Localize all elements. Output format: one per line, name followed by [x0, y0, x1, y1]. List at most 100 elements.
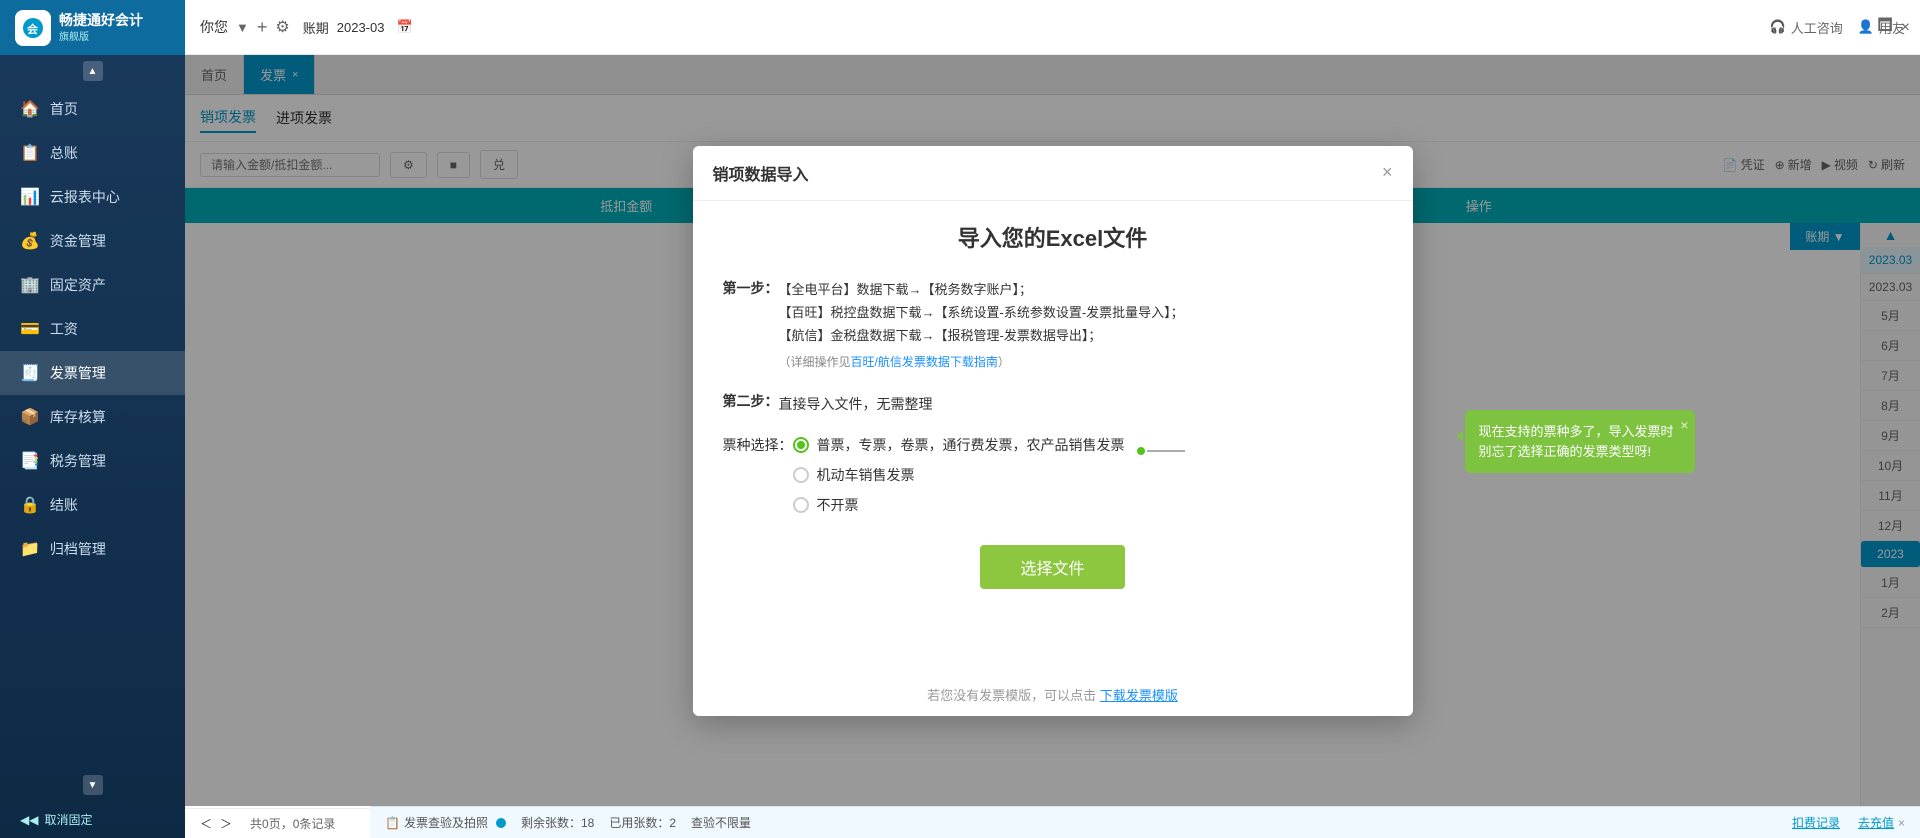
hint-suffix: ） — [998, 355, 1010, 369]
salary-icon: 💳 — [20, 319, 40, 339]
svg-text:会: 会 — [27, 22, 39, 36]
cancel-pin-button[interactable]: ◀◀ 取消固定 — [0, 801, 185, 838]
sidebar-item-invoice[interactable]: 🧾 发票管理 — [0, 351, 185, 395]
sidebar-nav: 🏠 首页 📋 总账 📊 云报表中心 💰 资金管理 🏢 固定资产 💳 工资 🧾 发… — [0, 87, 185, 769]
logo-text: 畅捷通好会计 — [59, 12, 143, 29]
sidebar-item-label: 归档管理 — [50, 539, 106, 559]
sidebar: 会 畅捷通好会计 旗舰版 ▲ 🏠 首页 📋 总账 📊 云报表中心 💰 资金管理 … — [0, 0, 185, 838]
dialog-main-title: 导入您的Excel文件 — [723, 221, 1383, 253]
close-window-button[interactable]: × — [1901, 19, 1910, 37]
sidebar-item-assets[interactable]: 🏢 固定资产 — [0, 263, 185, 307]
tooltip-text: 现在支持的票种多了，导入发票时别忘了选择正确的发票类型呀! — [1479, 424, 1674, 459]
statusbar-invoice-check: 📋 发票查验及拍照 — [385, 814, 506, 831]
sidebar-item-salary[interactable]: 💳 工资 — [0, 307, 185, 351]
remaining-label: 剩余张数：18 — [521, 814, 594, 831]
ticket-none-label: 不开票 — [817, 495, 859, 515]
help-button[interactable]: 🎧 人工咨询 — [1770, 18, 1843, 37]
sidebar-item-label: 税务管理 — [50, 451, 106, 471]
logo-badge: 旗舰版 — [59, 28, 143, 43]
company-name: 你您 — [200, 17, 228, 37]
statusbar-close-button[interactable]: × — [1898, 816, 1905, 830]
invoice-icon: 🧾 — [20, 363, 40, 383]
calendar-icon[interactable]: 📅 — [396, 19, 412, 35]
closing-icon: 🔒 — [20, 495, 40, 515]
sidebar-item-archive[interactable]: 📁 归档管理 — [0, 527, 185, 571]
sidebar-item-label: 结账 — [50, 495, 78, 515]
ticket-options: 普票，专票，卷票，通行费发票，农产品销售发票 × 现在支持的票种多了，导 — [793, 435, 1125, 525]
tooltip-bubble: × 现在支持的票种多了，导入发票时别忘了选择正确的发票类型呀! — [1465, 410, 1695, 473]
download-template-link[interactable]: 下载发票模版 — [1100, 688, 1178, 703]
dialog-overlay: 销项数据导入 × 导入您的Excel文件 第一步： 【全电平台】数据下载→【税务… — [185, 55, 1920, 806]
sidebar-item-label: 首页 — [50, 99, 78, 119]
ticket-option-general[interactable]: 普票，专票，卷票，通行费发票，农产品销售发票 × 现在支持的票种多了，导 — [793, 435, 1125, 455]
sidebar-scroll-up[interactable]: ▲ — [83, 61, 103, 81]
sidebar-item-label: 工资 — [50, 319, 78, 339]
ledger-icon: 📋 — [20, 143, 40, 163]
step1-label: 第一步： — [723, 278, 779, 298]
dialog-body: 导入您的Excel文件 第一步： 【全电平台】数据下载→【税务数字账户】； 【百… — [693, 201, 1413, 673]
sidebar-item-label: 库存核算 — [50, 407, 106, 427]
prev-page-button[interactable]: ＜ — [200, 815, 212, 832]
dialog-btn-area: 选择文件 — [723, 545, 1383, 589]
sidebar-item-inventory[interactable]: 📦 库存核算 — [0, 395, 185, 439]
sidebar-item-label: 发票管理 — [50, 363, 106, 383]
tax-icon: 📑 — [20, 451, 40, 471]
hint-prefix: （详细操作见 — [779, 355, 851, 369]
ticket-option-none[interactable]: 不开票 — [793, 495, 1125, 515]
sidebar-scroll-down[interactable]: ▼ — [83, 775, 103, 795]
hint-link[interactable]: 百旺/航信发票数据下载指南 — [851, 355, 998, 369]
cancel-pin-label: 取消固定 — [44, 811, 92, 828]
step2-content: 直接导入文件，无需整理 — [779, 392, 933, 417]
deduction-record-link[interactable]: 扣费记录 — [1792, 814, 1840, 831]
sidebar-item-tax[interactable]: 📑 税务管理 — [0, 439, 185, 483]
assets-icon: 🏢 — [20, 275, 40, 295]
step1-line1: 【全电平台】数据下载→【税务数字账户】； — [779, 278, 1184, 301]
tooltip-inner: × 现在支持的票种多了，导入发票时别忘了选择正确的发票类型呀! — [1185, 420, 1415, 483]
sidebar-item-closing[interactable]: 🔒 结账 — [0, 483, 185, 527]
next-page-button[interactable]: ＞ — [220, 815, 232, 832]
select-file-button[interactable]: 选择文件 — [980, 545, 1124, 589]
radio-none — [793, 497, 809, 513]
ticket-general-label: 普票，专票，卷票，通行费发票，农产品销售发票 — [817, 435, 1125, 455]
ticket-select: 票种选择： 普票，专票，卷票，通行费发票，农产品销售发票 — [723, 435, 1383, 525]
sidebar-item-label: 资金管理 — [50, 231, 106, 251]
sidebar-item-reports[interactable]: 📊 云报表中心 — [0, 175, 185, 219]
maximize-button[interactable]: 🗖 — [1877, 14, 1892, 41]
import-dialog: 销项数据导入 × 导入您的Excel文件 第一步： 【全电平台】数据下载→【税务… — [693, 146, 1413, 716]
period-label: 账期 — [303, 18, 329, 37]
ticket-vehicle-label: 机动车销售发票 — [817, 465, 915, 485]
step1-line2: 【百旺】税控盘数据下载→【系统设置-系统参数设置-发票批量导入】； — [779, 301, 1184, 324]
used-label: 已用张数：2 — [609, 814, 676, 831]
radio-general — [793, 437, 809, 453]
help-label: 人工咨询 — [1791, 18, 1843, 37]
sidebar-item-label: 固定资产 — [50, 275, 106, 295]
headphone-icon: 🎧 — [1770, 19, 1786, 35]
step2: 第二步： 直接导入文件，无需整理 — [723, 391, 1383, 417]
period-value: 2023-03 — [337, 20, 385, 35]
sidebar-item-home[interactable]: 🏠 首页 — [0, 87, 185, 131]
company-dropdown-icon[interactable]: ▼ — [236, 20, 249, 35]
add-button[interactable]: + — [257, 17, 268, 38]
sidebar-item-ledger[interactable]: 📋 总账 — [0, 131, 185, 175]
archive-icon: 📁 — [20, 539, 40, 559]
tooltip-close-button[interactable]: × — [1680, 415, 1688, 436]
cancel-pin-icon: ◀◀ — [20, 813, 38, 827]
tooltip-line — [1147, 450, 1185, 452]
query-label: 查验不限量 — [691, 814, 751, 831]
recharge-link[interactable]: 去充值 — [1858, 814, 1894, 831]
step2-label: 第二步： — [723, 391, 779, 411]
step1-line3: 【航信】金税盘数据下载→【报税管理-发票数据导出】； — [779, 324, 1184, 347]
sidebar-item-label: 总账 — [50, 143, 78, 163]
statusbar-used: 已用张数：2 — [609, 814, 676, 831]
tooltip-container: × 现在支持的票种多了，导入发票时别忘了选择正确的发票类型呀! — [1185, 420, 1415, 483]
logo-icon: 会 — [15, 10, 51, 46]
ticket-option-vehicle[interactable]: 机动车销售发票 — [793, 465, 1125, 485]
tooltip-dot — [1135, 445, 1147, 457]
dialog-close-button[interactable]: × — [1382, 162, 1393, 183]
ticket-select-label: 票种选择： — [723, 435, 793, 455]
topbar: 你您 ▼ + ⚙ 账期 2023-03 📅 🎧 人工咨询 👤 用友 🗖 × — [185, 0, 1920, 55]
settings-icon[interactable]: ⚙ — [275, 17, 289, 37]
statusbar-query: 查验不限量 — [691, 814, 751, 831]
sidebar-item-funds[interactable]: 💰 资金管理 — [0, 219, 185, 263]
step1-hint: （详细操作见百旺/航信发票数据下载指南） — [779, 352, 1184, 374]
